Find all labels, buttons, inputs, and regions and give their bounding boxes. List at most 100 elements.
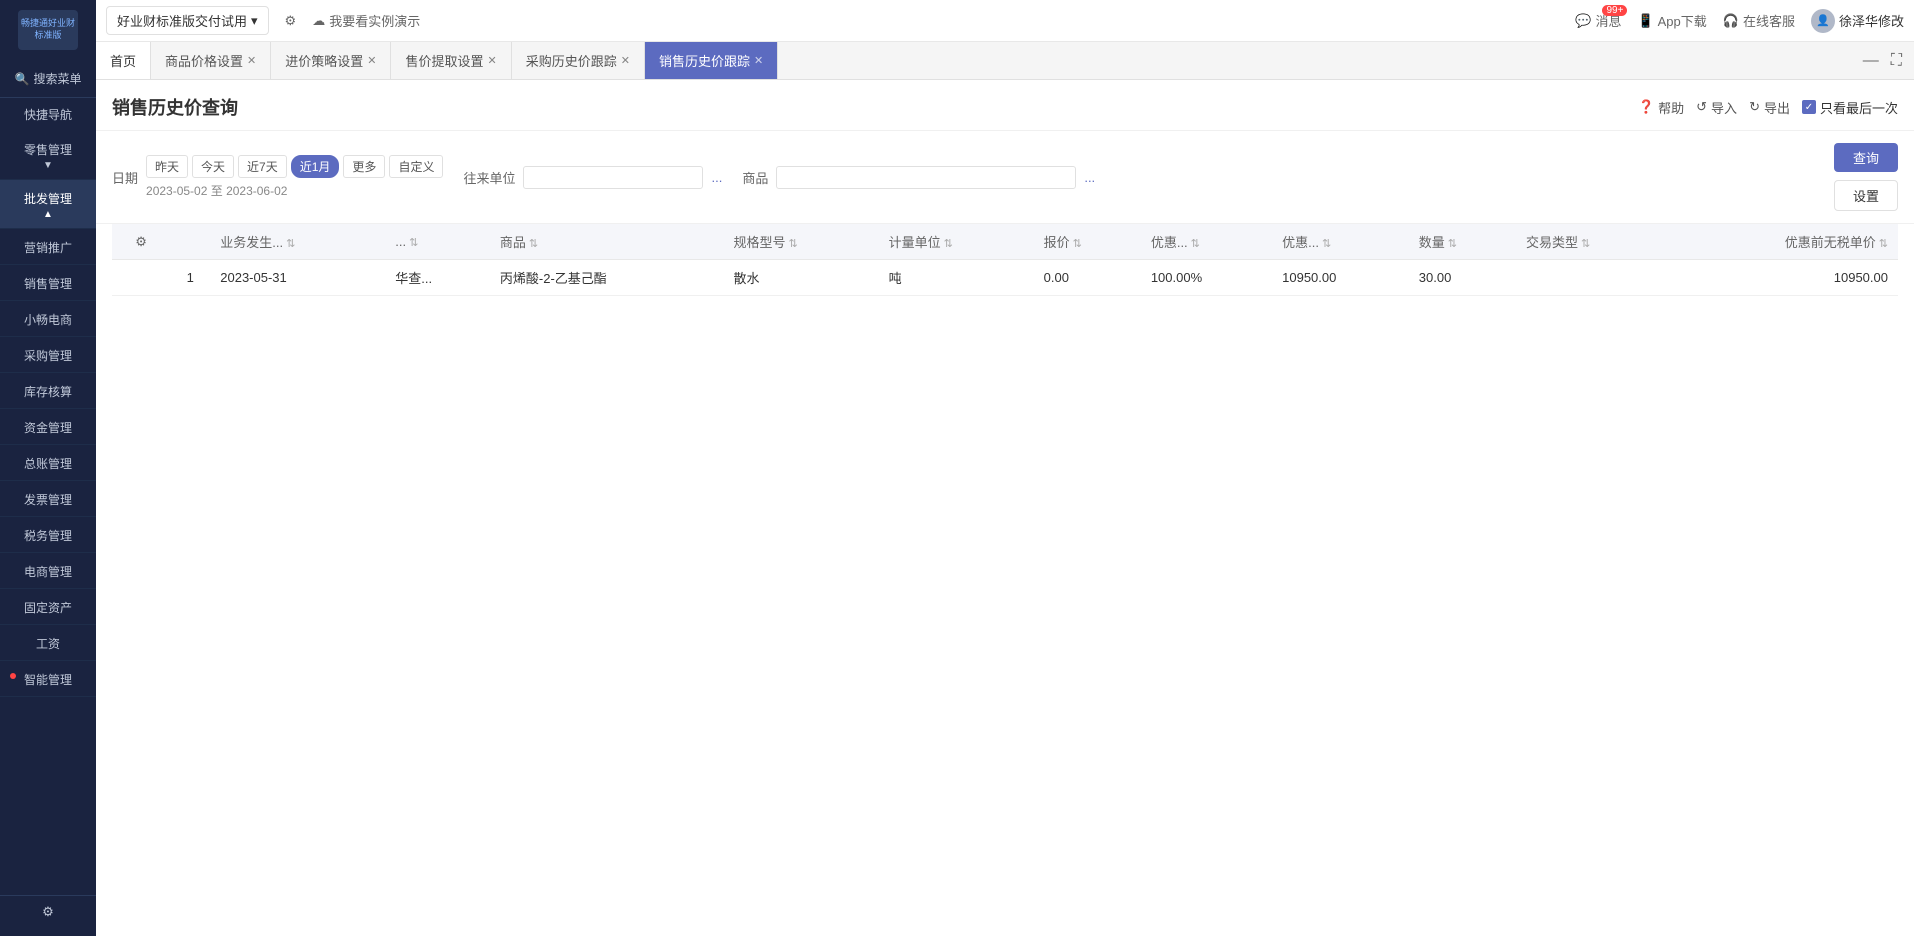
settings-button[interactable]: 设置 — [1834, 180, 1898, 211]
online-service-button[interactable]: 🎧 在线客服 — [1723, 11, 1795, 30]
tab-purchase-history[interactable]: 采购历史价跟踪 ✕ — [512, 42, 645, 80]
sidebar-item-purchase[interactable]: 采购管理 — [0, 337, 96, 373]
th-date[interactable]: 业务发生...⇅ — [210, 224, 385, 260]
topbar-gear-button[interactable]: ⚙ — [277, 9, 305, 33]
tab-sale-extract[interactable]: 售价提取设置 ✕ — [391, 42, 511, 80]
source-input[interactable] — [523, 166, 703, 189]
sidebar-item-inventory[interactable]: 库存核算 — [0, 373, 96, 409]
sidebar-item-inventory-label: 库存核算 — [24, 383, 72, 400]
th-spec[interactable]: 规格型号⇅ — [724, 224, 879, 260]
message-badge: 99+ — [1602, 5, 1627, 16]
th-discount1[interactable]: 优惠...⇅ — [1141, 224, 1272, 260]
sidebar-item-finance[interactable]: 资金管理 — [0, 409, 96, 445]
th-price[interactable]: 报价⇅ — [1034, 224, 1141, 260]
quick-nav-button[interactable]: 快捷导航 — [0, 98, 96, 131]
import-icon: ↺ — [1696, 99, 1707, 115]
sidebar-item-tax-label: 税务管理 — [24, 527, 72, 544]
sidebar-settings-button[interactable]: ⚙ — [0, 895, 96, 928]
app-download-label: App下载 — [1658, 11, 1707, 30]
data-table: ⚙ 业务发生...⇅ ...⇅ 商品⇅ 规格型号⇅ 计量单位⇅ 报价⇅ 优惠..… — [112, 224, 1898, 296]
cell-gear — [112, 260, 170, 296]
export-button[interactable]: ↻ 导出 — [1749, 98, 1790, 117]
sidebar-item-ecommerce-small[interactable]: 小畅电商 — [0, 301, 96, 337]
sidebar-item-invoice[interactable]: 发票管理 — [0, 481, 96, 517]
th-discount2[interactable]: 优惠...⇅ — [1272, 224, 1409, 260]
sidebar-item-marketing[interactable]: 营销推广 — [0, 229, 96, 265]
sidebar-item-general-ledger[interactable]: 总账管理 — [0, 445, 96, 481]
user-menu-button[interactable]: 👤 徐泽华修改 — [1811, 9, 1904, 33]
tab-sale-history[interactable]: 销售历史价跟踪 ✕ — [645, 42, 778, 80]
page-actions: ❓ 帮助 ↺ 导入 ↻ 导出 ✓ 只看最后一次 — [1638, 98, 1898, 117]
only-last-checkbox[interactable]: ✓ 只看最后一次 — [1802, 98, 1898, 117]
sidebar-item-salary-label: 工资 — [36, 635, 60, 652]
version-select-label: 好业财标准版交付试用 — [117, 11, 247, 30]
th-trade-type[interactable]: 交易类型⇅ — [1516, 224, 1671, 260]
sort-icon: ⇅ — [1448, 238, 1457, 250]
date-today-btn[interactable]: 今天 — [192, 155, 234, 178]
th-quantity[interactable]: 数量⇅ — [1409, 224, 1516, 260]
sidebar-item-smart[interactable]: 智能管理 — [0, 661, 96, 697]
date-7days-btn[interactable]: 近7天 — [238, 155, 287, 178]
tab-product-price-close[interactable]: ✕ — [247, 54, 256, 67]
sidebar-item-fixed-assets-label: 固定资产 — [24, 599, 72, 616]
cloud-icon: ☁ — [312, 13, 325, 29]
th-product[interactable]: 商品⇅ — [490, 224, 724, 260]
sidebar-item-salary[interactable]: 工资 — [0, 625, 96, 661]
sort-icon: ⇅ — [789, 238, 798, 250]
cell-discount1: 100.00% — [1141, 260, 1272, 296]
help-label: 帮助 — [1658, 98, 1684, 117]
tab-sale-history-close[interactable]: ✕ — [754, 54, 763, 67]
tab-product-price[interactable]: 商品价格设置 ✕ — [151, 42, 271, 80]
tab-home[interactable]: 首页 — [96, 42, 151, 80]
sidebar-item-fixed-assets[interactable]: 固定资产 — [0, 589, 96, 625]
sidebar-item-tax[interactable]: 税务管理 — [0, 517, 96, 553]
sidebar-item-ecommerce[interactable]: 电商管理 — [0, 553, 96, 589]
query-button[interactable]: 查询 — [1834, 143, 1898, 172]
main-area: 好业财标准版交付试用 ▾ ⚙ ☁ 我要看实例演示 💬 消息 99+ 📱 App下… — [96, 0, 1914, 936]
topbar: 好业财标准版交付试用 ▾ ⚙ ☁ 我要看实例演示 💬 消息 99+ 📱 App下… — [96, 0, 1914, 42]
cell-price: 0.00 — [1034, 260, 1141, 296]
th-gear[interactable]: ⚙ — [112, 224, 170, 260]
tab-purchase-strategy[interactable]: 进价策略设置 ✕ — [271, 42, 391, 80]
date-custom-btn[interactable]: 自定义 — [389, 155, 443, 178]
date-1month-btn[interactable]: 近1月 — [291, 155, 340, 178]
date-yesterday-btn[interactable]: 昨天 — [146, 155, 188, 178]
demo-link[interactable]: ☁ 我要看实例演示 — [312, 11, 420, 30]
sidebar-item-wholesale[interactable]: 批发管理 ▲ — [0, 180, 96, 229]
th-extra[interactable]: ...⇅ — [385, 224, 490, 260]
cell-trade-type — [1516, 260, 1671, 296]
sidebar-item-retail[interactable]: 零售管理 ▼ — [0, 131, 96, 180]
product-input[interactable] — [776, 166, 1076, 189]
app-logo: 畅捷通好业财 标准版 — [18, 10, 78, 50]
th-pretax-price[interactable]: 优惠前无税单价⇅ — [1671, 224, 1898, 260]
message-button[interactable]: 💬 消息 99+ — [1575, 11, 1621, 30]
tab-purchase-history-close[interactable]: ✕ — [621, 54, 630, 67]
import-button[interactable]: ↺ 导入 — [1696, 98, 1737, 117]
sidebar-search-area: 🔍 搜索菜单 — [0, 60, 96, 98]
search-menu-button[interactable]: 🔍 搜索菜单 — [6, 66, 90, 91]
tab-product-price-label: 商品价格设置 — [165, 51, 243, 70]
tab-sale-extract-close[interactable]: ✕ — [488, 54, 497, 67]
source-more-btn[interactable]: ... — [711, 170, 722, 185]
th-num — [170, 224, 210, 260]
avatar: 👤 — [1811, 9, 1835, 33]
th-unit[interactable]: 计量单位⇅ — [879, 224, 1034, 260]
product-more-btn[interactable]: ... — [1084, 170, 1095, 185]
chevron-up-icon: ▲ — [43, 209, 53, 220]
help-button[interactable]: ❓ 帮助 — [1638, 98, 1684, 117]
sort-icon: ⇅ — [286, 238, 295, 250]
sidebar-item-ecommerce-small-label: 小畅电商 — [24, 311, 72, 328]
tab-minimize-button[interactable]: — — [1859, 50, 1883, 72]
online-service-label: 在线客服 — [1743, 11, 1795, 30]
version-select[interactable]: 好业财标准版交付试用 ▾ — [106, 6, 269, 35]
cell-quantity: 30.00 — [1409, 260, 1516, 296]
date-more-btn[interactable]: 更多 — [343, 155, 385, 178]
sidebar-item-sales[interactable]: 销售管理 — [0, 265, 96, 301]
tab-purchase-history-label: 采购历史价跟踪 — [526, 51, 617, 70]
tab-expand-button[interactable]: ⛶ — [1887, 50, 1906, 72]
sidebar-item-finance-label: 资金管理 — [24, 419, 72, 436]
page-title: 销售历史价查询 — [112, 94, 238, 120]
app-download-button[interactable]: 📱 App下载 — [1637, 11, 1706, 30]
sort-icon: ⇅ — [529, 238, 538, 250]
tab-purchase-strategy-close[interactable]: ✕ — [367, 54, 376, 67]
